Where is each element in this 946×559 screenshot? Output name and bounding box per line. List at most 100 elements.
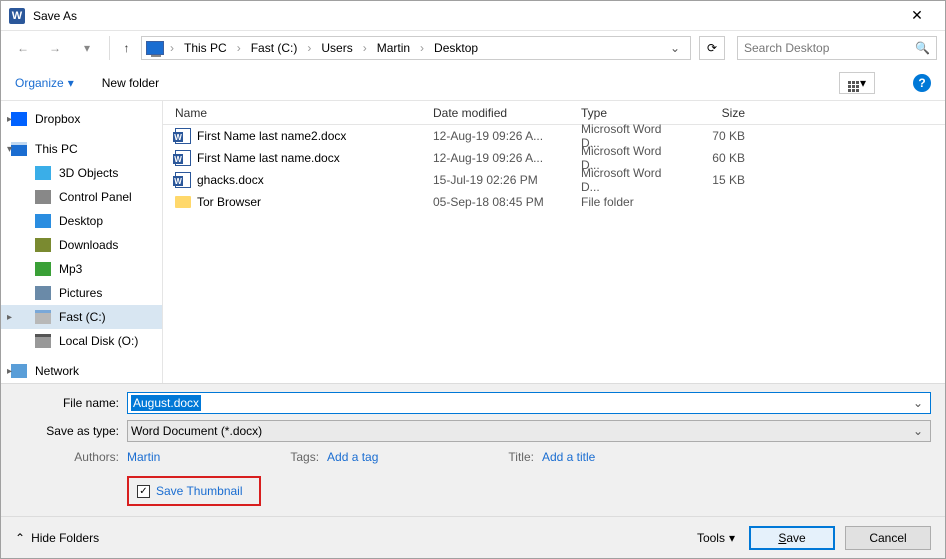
file-size: 15 KB: [683, 173, 775, 187]
chevron-down-icon[interactable]: ⌄: [909, 396, 927, 410]
file-row[interactable]: First Name last name.docx 12-Aug-19 09:26…: [163, 147, 945, 169]
authors-label: Authors:: [15, 450, 127, 464]
file-date: 12-Aug-19 09:26 A...: [421, 129, 569, 143]
sidebar-item-desktop[interactable]: Desktop: [1, 209, 162, 233]
file-row[interactable]: ghacks.docx 15-Jul-19 02:26 PMMicrosoft W…: [163, 169, 945, 191]
breadcrumb-item[interactable]: Desktop: [430, 39, 482, 57]
sidebar-item-mp3[interactable]: Mp3: [1, 257, 162, 281]
search-icon: 🔍: [915, 41, 930, 55]
sidebar-item-pictures[interactable]: Pictures: [1, 281, 162, 305]
sidebar-tree[interactable]: ▸Dropbox ▾This PC 3D Objects Control Pan…: [1, 101, 163, 383]
help-button[interactable]: ?: [913, 74, 931, 92]
filename-value: August.docx: [131, 395, 201, 411]
save-thumbnail-highlight: ✓ Save Thumbnail: [127, 476, 261, 506]
controlpanel-icon: [35, 190, 51, 204]
sidebar-item-downloads[interactable]: Downloads: [1, 233, 162, 257]
organize-menu[interactable]: Organize▾: [15, 76, 74, 90]
refresh-button[interactable]: ⟳: [699, 36, 725, 60]
file-name: First Name last name.docx: [197, 151, 340, 165]
collapse-icon[interactable]: ▸: [7, 114, 12, 125]
file-row[interactable]: Tor Browser 05-Sep-18 08:45 PMFile folder: [163, 191, 945, 213]
filename-input[interactable]: August.docx ⌄: [127, 392, 931, 414]
music-icon: [35, 262, 51, 276]
word-doc-icon: [175, 172, 191, 188]
drive-icon: [35, 310, 51, 324]
file-date: 05-Sep-18 08:45 PM: [421, 195, 569, 209]
saveastype-label: Save as type:: [15, 424, 127, 438]
chevron-down-icon[interactable]: ⌄: [909, 424, 927, 438]
search-input[interactable]: Search Desktop 🔍: [737, 36, 937, 60]
file-date: 12-Aug-19 09:26 A...: [421, 151, 569, 165]
col-size[interactable]: Size: [683, 106, 775, 120]
breadcrumb-sep-icon: ›: [303, 41, 315, 55]
file-name: Tor Browser: [197, 195, 261, 209]
col-date[interactable]: Date modified: [421, 106, 569, 120]
sidebar-item-thispc[interactable]: ▾This PC: [1, 137, 162, 161]
save-thumbnail-checkbox[interactable]: ✓: [137, 485, 150, 498]
expand-icon[interactable]: ▸: [7, 312, 12, 323]
expand-icon[interactable]: ▾: [7, 144, 12, 155]
breadcrumb-item[interactable]: This PC: [180, 39, 231, 57]
file-type: File folder: [569, 195, 683, 209]
network-icon: [11, 364, 27, 378]
nav-recent-dropdown[interactable]: ▾: [73, 36, 101, 60]
sidebar-item-controlpanel[interactable]: Control Panel: [1, 185, 162, 209]
pc-icon: [11, 142, 27, 156]
save-form: File name: August.docx ⌄ Save as type: W…: [1, 383, 945, 516]
sidebar-item-3dobjects[interactable]: 3D Objects: [1, 161, 162, 185]
col-name[interactable]: Name: [163, 106, 421, 120]
save-button[interactable]: Save: [749, 526, 835, 550]
file-type: Microsoft Word D...: [569, 166, 683, 194]
breadcrumb-item[interactable]: Fast (C:): [247, 39, 302, 57]
close-button[interactable]: ✕: [897, 1, 937, 31]
tags-label: Tags:: [290, 450, 327, 464]
chevron-down-icon: ▾: [68, 76, 74, 90]
nav-back-button[interactable]: ←: [9, 36, 37, 60]
search-placeholder: Search Desktop: [744, 41, 915, 55]
word-doc-icon: [175, 128, 191, 144]
sidebar-item-dropbox[interactable]: ▸Dropbox: [1, 107, 162, 131]
toolbar: Organize▾ New folder ▾ ?: [1, 65, 945, 101]
tools-menu[interactable]: Tools ▾: [697, 531, 735, 545]
sidebar-item-fastc[interactable]: ▸Fast (C:): [1, 305, 162, 329]
breadcrumb-sep-icon: ›: [416, 41, 428, 55]
breadcrumb-item[interactable]: Users: [317, 39, 356, 57]
file-row[interactable]: First Name last name2.docx 12-Aug-19 09:2…: [163, 125, 945, 147]
drive-icon: [35, 334, 51, 348]
saveastype-value: Word Document (*.docx): [131, 424, 262, 438]
col-type[interactable]: Type: [569, 106, 683, 120]
expand-icon[interactable]: ▸: [7, 366, 12, 377]
view-options-button[interactable]: ▾: [839, 72, 875, 94]
address-dropdown-icon[interactable]: ⌄: [664, 41, 686, 55]
this-pc-icon: [146, 41, 164, 55]
titlebar: W Save As ✕: [1, 1, 945, 31]
title-value[interactable]: Add a title: [542, 450, 595, 464]
dropbox-icon: [11, 112, 27, 126]
title-label: Title:: [508, 450, 542, 464]
desktop-icon: [35, 214, 51, 228]
chevron-up-icon: ⌃: [15, 531, 25, 545]
address-bar[interactable]: › This PC › Fast (C:) › Users › Martin ›…: [141, 36, 691, 60]
file-size: 70 KB: [683, 129, 775, 143]
tags-value[interactable]: Add a tag: [327, 450, 378, 464]
column-headers: Name Date modified Type Size: [163, 101, 945, 125]
folder-icon: [175, 196, 191, 208]
window-title: Save As: [33, 9, 897, 23]
sidebar-item-localdisk[interactable]: Local Disk (O:): [1, 329, 162, 353]
file-name: First Name last name2.docx: [197, 129, 346, 143]
breadcrumb-item[interactable]: Martin: [373, 39, 414, 57]
hide-folders-button[interactable]: ⌃ Hide Folders: [15, 531, 99, 545]
breadcrumb-sep-icon: ›: [359, 41, 371, 55]
saveastype-combo[interactable]: Word Document (*.docx) ⌄: [127, 420, 931, 442]
file-list[interactable]: Name Date modified Type Size First Name …: [163, 101, 945, 383]
sidebar-item-network[interactable]: ▸Network: [1, 359, 162, 383]
filename-label: File name:: [15, 396, 127, 410]
file-date: 15-Jul-19 02:26 PM: [421, 173, 569, 187]
authors-value[interactable]: Martin: [127, 450, 160, 464]
word-app-icon: W: [9, 8, 25, 24]
new-folder-button[interactable]: New folder: [102, 76, 159, 90]
file-name: ghacks.docx: [197, 173, 264, 187]
save-thumbnail-label[interactable]: Save Thumbnail: [156, 484, 243, 498]
nav-up-button[interactable]: ↑: [109, 36, 137, 60]
cancel-button[interactable]: Cancel: [845, 526, 931, 550]
